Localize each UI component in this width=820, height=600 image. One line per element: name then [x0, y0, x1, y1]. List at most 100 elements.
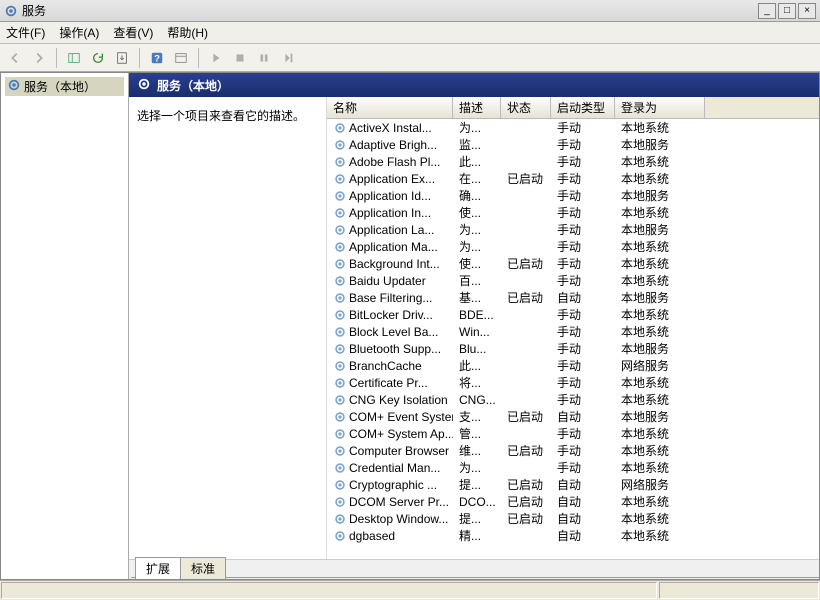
- service-name: COM+ System Ap...: [349, 427, 453, 441]
- detail-hint: 选择一个项目来查看它的描述。: [137, 107, 318, 124]
- service-logon: 本地系统: [615, 391, 705, 408]
- show-hide-tree-button[interactable]: [63, 47, 85, 69]
- gear-icon: [333, 512, 347, 526]
- menu-view[interactable]: 查看(V): [113, 24, 153, 41]
- service-startup: 手动: [551, 204, 615, 221]
- service-status: 已启动: [501, 510, 551, 527]
- service-row[interactable]: Application La...为...手动本地服务: [327, 221, 819, 238]
- service-row[interactable]: Bluetooth Supp...Blu...手动本地服务: [327, 340, 819, 357]
- service-desc: 此...: [453, 357, 501, 374]
- service-desc: 确...: [453, 187, 501, 204]
- gear-icon: [333, 325, 347, 339]
- col-logon[interactable]: 登录为: [615, 97, 705, 118]
- service-logon: 本地服务: [615, 187, 705, 204]
- properties-button[interactable]: [170, 47, 192, 69]
- service-row[interactable]: COM+ Event System支...已启动自动本地服务: [327, 408, 819, 425]
- service-row[interactable]: Adobe Flash Pl...此...手动本地系统: [327, 153, 819, 170]
- service-startup: 手动: [551, 391, 615, 408]
- service-row[interactable]: Application In...使...手动本地系统: [327, 204, 819, 221]
- service-row[interactable]: BranchCache此...手动网络服务: [327, 357, 819, 374]
- service-name: Cryptographic ...: [349, 478, 437, 492]
- service-logon: 本地系统: [615, 493, 705, 510]
- gear-icon: [333, 155, 347, 169]
- service-logon: 本地系统: [615, 119, 705, 136]
- service-row[interactable]: CNG Key IsolationCNG...手动本地系统: [327, 391, 819, 408]
- service-status: 已启动: [501, 442, 551, 459]
- restart-service-button: [277, 47, 299, 69]
- svg-text:?: ?: [154, 53, 160, 64]
- service-startup: 手动: [551, 136, 615, 153]
- tab-extended[interactable]: 扩展: [135, 557, 181, 579]
- toolbar-separator: [56, 48, 57, 68]
- service-startup: 手动: [551, 272, 615, 289]
- menu-file[interactable]: 文件(F): [6, 24, 45, 41]
- service-startup: 手动: [551, 221, 615, 238]
- service-name: ActiveX Instal...: [349, 121, 432, 135]
- gear-icon: [333, 223, 347, 237]
- col-name[interactable]: 名称: [327, 97, 453, 118]
- service-row[interactable]: Base Filtering...基...已启动自动本地服务: [327, 289, 819, 306]
- service-row[interactable]: ActiveX Instal...为...手动本地系统: [327, 119, 819, 136]
- service-status: 已启动: [501, 408, 551, 425]
- export-button[interactable]: [111, 47, 133, 69]
- menubar: 文件(F) 操作(A) 查看(V) 帮助(H): [0, 22, 820, 44]
- refresh-button[interactable]: [87, 47, 109, 69]
- back-button: [4, 47, 26, 69]
- gear-icon: [333, 172, 347, 186]
- service-row[interactable]: COM+ System Ap...管...手动本地系统: [327, 425, 819, 442]
- service-logon: 本地系统: [615, 442, 705, 459]
- service-startup: 手动: [551, 459, 615, 476]
- service-name: Bluetooth Supp...: [349, 342, 441, 356]
- gear-icon: [333, 529, 347, 543]
- service-logon: 本地系统: [615, 374, 705, 391]
- service-row[interactable]: Background Int...使...已启动手动本地系统: [327, 255, 819, 272]
- maximize-button[interactable]: □: [778, 3, 796, 19]
- menu-help[interactable]: 帮助(H): [167, 24, 208, 41]
- help-button[interactable]: ?: [146, 47, 168, 69]
- status-cell: [659, 582, 819, 599]
- body-area: 服务（本地） 服务（本地） 选择一个项目来查看它的描述。 名称 描述 状态 启动…: [0, 72, 820, 580]
- service-desc: 为...: [453, 459, 501, 476]
- header-band: 服务（本地）: [129, 73, 819, 97]
- service-logon: 本地系统: [615, 306, 705, 323]
- service-row[interactable]: Baidu Updater百...手动本地系统: [327, 272, 819, 289]
- service-row[interactable]: Application Id...确...手动本地服务: [327, 187, 819, 204]
- main-pane: 服务（本地） 选择一个项目来查看它的描述。 名称 描述 状态 启动类型 登录为 …: [129, 73, 819, 579]
- toolbar-separator: [198, 48, 199, 68]
- list-pane: 名称 描述 状态 启动类型 登录为 ActiveX Instal...为...手…: [327, 97, 819, 559]
- service-logon: 本地服务: [615, 289, 705, 306]
- service-logon: 本地系统: [615, 527, 705, 544]
- service-startup: 自动: [551, 289, 615, 306]
- service-list[interactable]: ActiveX Instal...为...手动本地系统Adaptive Brig…: [327, 119, 819, 559]
- minimize-button[interactable]: _: [758, 3, 776, 19]
- service-desc: 支...: [453, 408, 501, 425]
- service-desc: DCO...: [453, 495, 501, 509]
- menu-action[interactable]: 操作(A): [59, 24, 99, 41]
- service-logon: 本地系统: [615, 238, 705, 255]
- col-status[interactable]: 状态: [501, 97, 551, 118]
- close-button[interactable]: ×: [798, 3, 816, 19]
- service-logon: 本地系统: [615, 272, 705, 289]
- service-row[interactable]: Application Ma...为...手动本地系统: [327, 238, 819, 255]
- service-row[interactable]: Computer Browser维...已启动手动本地系统: [327, 442, 819, 459]
- service-row[interactable]: Cryptographic ...提...已启动自动网络服务: [327, 476, 819, 493]
- service-row[interactable]: Application Ex...在...已启动手动本地系统: [327, 170, 819, 187]
- service-row[interactable]: dgbased精...自动本地系统: [327, 527, 819, 544]
- col-startup[interactable]: 启动类型: [551, 97, 615, 118]
- service-logon: 本地系统: [615, 323, 705, 340]
- tab-standard[interactable]: 标准: [180, 557, 226, 579]
- service-row[interactable]: DCOM Server Pr...DCO...已启动自动本地系统: [327, 493, 819, 510]
- service-desc: 维...: [453, 442, 501, 459]
- service-row[interactable]: Certificate Pr...将...手动本地系统: [327, 374, 819, 391]
- service-row[interactable]: BitLocker Driv...BDE...手动本地系统: [327, 306, 819, 323]
- service-row[interactable]: Block Level Ba...Win...手动本地系统: [327, 323, 819, 340]
- tree-root-services[interactable]: 服务（本地）: [5, 77, 124, 96]
- col-desc[interactable]: 描述: [453, 97, 501, 118]
- tab-line: [225, 577, 819, 578]
- service-row[interactable]: Desktop Window...提...已启动自动本地系统: [327, 510, 819, 527]
- service-desc: 提...: [453, 476, 501, 493]
- service-name: Background Int...: [349, 257, 440, 271]
- gear-icon: [333, 308, 347, 322]
- service-row[interactable]: Credential Man...为...手动本地系统: [327, 459, 819, 476]
- service-row[interactable]: Adaptive Brigh...监...手动本地服务: [327, 136, 819, 153]
